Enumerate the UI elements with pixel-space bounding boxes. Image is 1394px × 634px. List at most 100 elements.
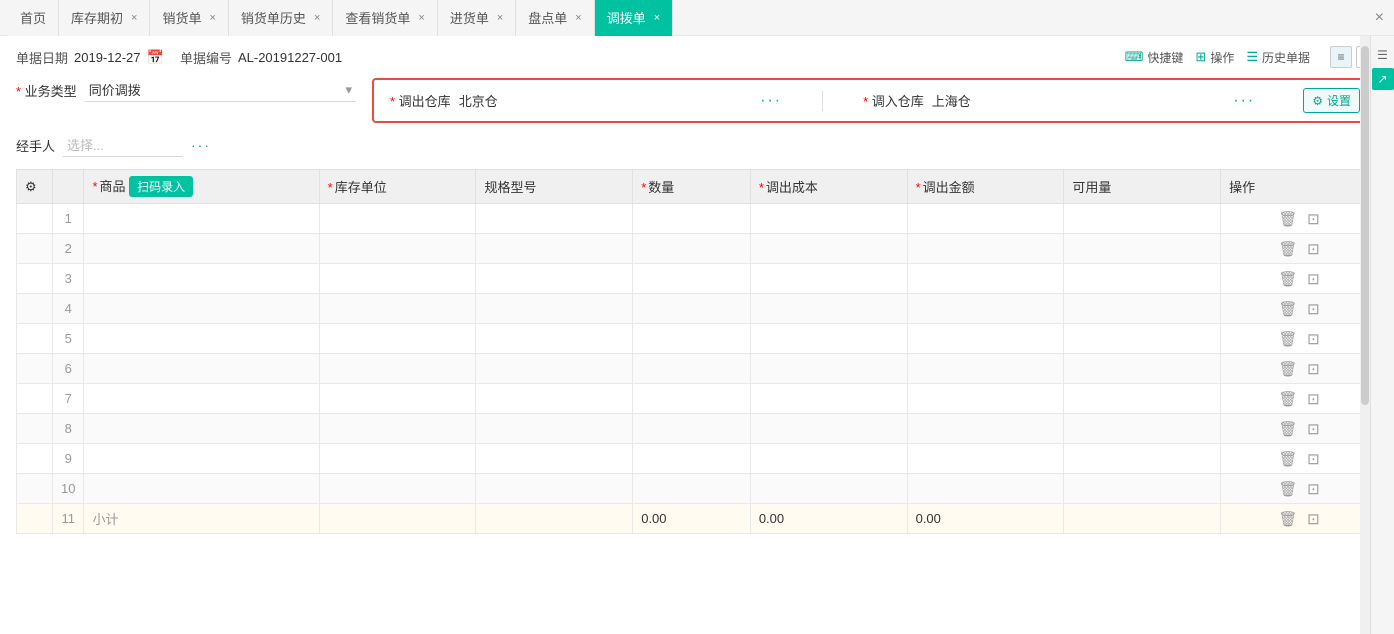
cell-unit[interactable]: [319, 324, 476, 354]
transfer-in-more-icon[interactable]: ···: [1233, 92, 1255, 110]
cell-unit[interactable]: [319, 384, 476, 414]
tab-sales-order-close[interactable]: ×: [209, 12, 215, 24]
cell-product[interactable]: [84, 384, 319, 414]
tab-sales-order[interactable]: 销货单 ×: [150, 0, 228, 36]
cell-product[interactable]: [84, 474, 319, 504]
cell-qty[interactable]: [633, 354, 751, 384]
cell-unit[interactable]: [319, 294, 476, 324]
row-copy-icon[interactable]: ⊡: [1307, 391, 1320, 408]
business-type-select[interactable]: 同价调拨 ▾: [85, 78, 356, 102]
cell-amount[interactable]: [907, 474, 1064, 504]
cell-unit[interactable]: [319, 354, 476, 384]
cell-amount[interactable]: [907, 414, 1064, 444]
cell-product[interactable]: [84, 354, 319, 384]
cell-cost[interactable]: [750, 324, 907, 354]
cell-amount[interactable]: [907, 294, 1064, 324]
transfer-out-more-icon[interactable]: ···: [760, 92, 782, 110]
row-copy-icon[interactable]: ⊡: [1307, 241, 1320, 258]
cell-amount[interactable]: [907, 384, 1064, 414]
cell-product[interactable]: [84, 264, 319, 294]
row-delete-icon[interactable]: 🗑: [1278, 451, 1297, 468]
cell-spec[interactable]: [476, 264, 633, 294]
row-delete-icon[interactable]: 🗑: [1278, 241, 1297, 258]
sidebar-export-icon[interactable]: ↗: [1372, 68, 1394, 90]
scrollbar-area[interactable]: [1360, 36, 1370, 634]
row-delete-icon[interactable]: 🗑: [1278, 271, 1297, 288]
cell-unit[interactable]: [319, 474, 476, 504]
cell-amount[interactable]: [907, 444, 1064, 474]
cell-product[interactable]: [84, 294, 319, 324]
tab-inventory-init-close[interactable]: ×: [131, 12, 137, 24]
col-header-settings[interactable]: ⚙: [17, 170, 53, 204]
handler-select[interactable]: 选择...: [63, 133, 183, 157]
cell-qty[interactable]: [633, 264, 751, 294]
cell-product[interactable]: [84, 324, 319, 354]
cell-unit[interactable]: [319, 264, 476, 294]
row-copy-icon[interactable]: ⊡: [1307, 361, 1320, 378]
row-delete-icon[interactable]: 🗑: [1278, 301, 1297, 318]
cell-product[interactable]: [84, 204, 319, 234]
cell-cost[interactable]: [750, 264, 907, 294]
cell-qty[interactable]: [633, 444, 751, 474]
cell-spec[interactable]: [476, 414, 633, 444]
tab-inventory-count[interactable]: 盘点单 ×: [516, 0, 594, 36]
cell-amount[interactable]: [907, 204, 1064, 234]
history-action[interactable]: ☰ 历史单据: [1246, 49, 1310, 66]
tab-home[interactable]: 首页: [8, 0, 59, 36]
tab-view-sales[interactable]: 查看销货单 ×: [333, 0, 437, 36]
cell-unit[interactable]: [319, 414, 476, 444]
cell-cost[interactable]: [750, 354, 907, 384]
cell-cost[interactable]: [750, 444, 907, 474]
cell-qty[interactable]: [633, 414, 751, 444]
cell-qty[interactable]: [633, 474, 751, 504]
tab-transfer-order-close[interactable]: ×: [654, 12, 660, 24]
cell-cost[interactable]: [750, 204, 907, 234]
cell-amount[interactable]: [907, 354, 1064, 384]
cell-product[interactable]: [84, 234, 319, 264]
shortcut-action[interactable]: ⌨ 快捷键: [1125, 49, 1184, 66]
cell-qty[interactable]: [633, 234, 751, 264]
cell-spec[interactable]: [476, 294, 633, 324]
cell-cost[interactable]: [750, 414, 907, 444]
tab-purchase-order[interactable]: 进货单 ×: [438, 0, 516, 36]
layout-list-btn[interactable]: ≡: [1330, 46, 1352, 68]
scan-button[interactable]: 扫码录入: [129, 176, 193, 197]
row-delete-icon[interactable]: 🗑: [1278, 211, 1297, 228]
row-delete-icon[interactable]: 🗑: [1278, 481, 1297, 498]
cell-product[interactable]: [84, 414, 319, 444]
row-copy-icon[interactable]: ⊡: [1307, 331, 1320, 348]
row-copy-icon[interactable]: ⊡: [1307, 421, 1320, 438]
row-delete-icon[interactable]: 🗑: [1278, 331, 1297, 348]
tab-sales-history[interactable]: 销货单历史 ×: [229, 0, 333, 36]
settings-button[interactable]: ⚙ 设置: [1303, 88, 1360, 113]
sidebar-doc-icon[interactable]: ☰: [1372, 44, 1394, 66]
window-close-button[interactable]: ×: [1375, 9, 1384, 27]
cell-amount[interactable]: [907, 264, 1064, 294]
row-delete-icon[interactable]: 🗑: [1278, 421, 1297, 438]
cell-spec[interactable]: [476, 444, 633, 474]
tab-purchase-order-close[interactable]: ×: [497, 12, 503, 24]
handler-more-icon[interactable]: ···: [191, 137, 211, 153]
cell-spec[interactable]: [476, 384, 633, 414]
cell-product[interactable]: [84, 444, 319, 474]
row-delete-icon[interactable]: 🗑: [1278, 361, 1297, 378]
cell-amount[interactable]: [907, 234, 1064, 264]
row-copy-icon[interactable]: ⊡: [1307, 301, 1320, 318]
cell-unit[interactable]: [319, 444, 476, 474]
cell-qty[interactable]: [633, 384, 751, 414]
row-copy-icon[interactable]: ⊡: [1307, 481, 1320, 498]
tab-transfer-order[interactable]: 调拨单 ×: [595, 0, 673, 36]
cell-cost[interactable]: [750, 234, 907, 264]
cell-unit[interactable]: [319, 204, 476, 234]
cell-unit[interactable]: [319, 234, 476, 264]
tab-sales-history-close[interactable]: ×: [314, 12, 320, 24]
cell-cost[interactable]: [750, 384, 907, 414]
cell-spec[interactable]: [476, 354, 633, 384]
cell-cost[interactable]: [750, 294, 907, 324]
row-copy-icon[interactable]: ⊡: [1307, 271, 1320, 288]
calendar-icon[interactable]: 📅: [147, 49, 164, 66]
cell-qty[interactable]: [633, 324, 751, 354]
cell-spec[interactable]: [476, 474, 633, 504]
cell-cost[interactable]: [750, 474, 907, 504]
cell-qty[interactable]: [633, 294, 751, 324]
